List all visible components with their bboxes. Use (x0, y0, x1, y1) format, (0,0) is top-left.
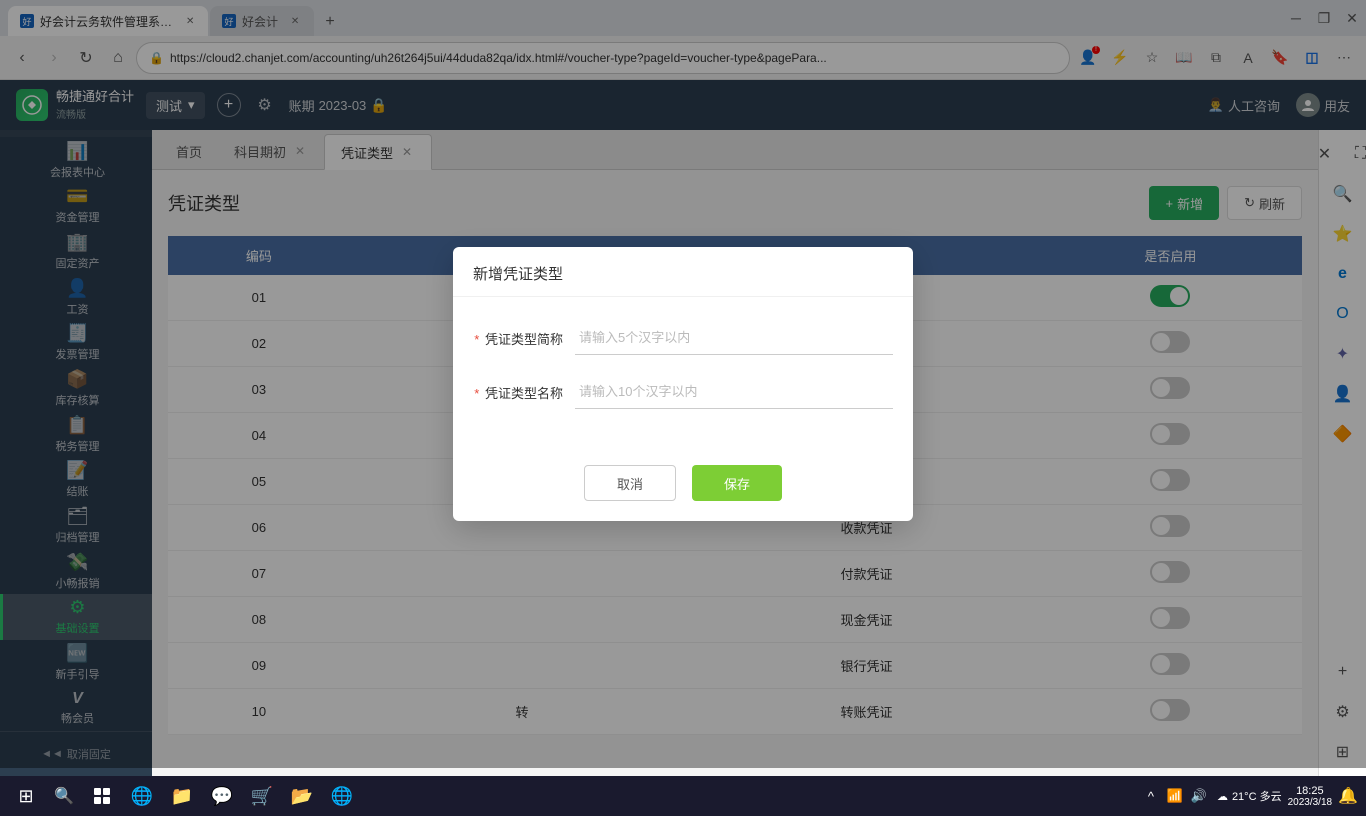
network-icon[interactable]: 📶 (1165, 786, 1185, 806)
start-button[interactable]: ⊞ (8, 778, 44, 814)
abbr-label-text: 凭证类型简称 (485, 332, 563, 347)
weather-text: 21°C 多云 (1232, 788, 1282, 804)
weather-info: ☁ 21°C 多云 (1217, 788, 1282, 804)
speaker-icon[interactable]: 🔊 (1189, 786, 1209, 806)
weather-icon: ☁ (1217, 790, 1228, 803)
systray-icons: ^ 📶 🔊 (1141, 786, 1209, 806)
name-label: * 凭证类型名称 (473, 383, 563, 402)
dialog-header: 新增凭证类型 (453, 247, 913, 297)
dialog-title: 新增凭证类型 (473, 266, 563, 283)
notification-icon[interactable]: 🔔 (1338, 786, 1358, 806)
taskbar-explorer[interactable]: 📁 (164, 778, 200, 814)
dialog-footer: 取消 保存 (453, 453, 913, 521)
taskbar-store[interactable]: 🛒 (244, 778, 280, 814)
clock-date: 2023/3/18 (1288, 797, 1333, 808)
taskbar: ⊞ 🔍 🌐 📁 💬 🛒 📂 🌐 ^ 📶 🔊 ☁ 21°C 多云 18:25 20… (0, 776, 1366, 816)
abbr-label: * 凭证类型简称 (473, 329, 563, 348)
clock-time: 18:25 (1296, 785, 1324, 797)
taskbar-edge[interactable]: 🌐 (124, 778, 160, 814)
taskbar-search[interactable]: 🔍 (48, 780, 80, 812)
dialog-body: * 凭证类型简称 * 凭证类型名称 (453, 297, 913, 453)
abbr-input[interactable] (575, 321, 893, 355)
chevron-up-icon[interactable]: ^ (1141, 786, 1161, 806)
new-voucher-dialog: 新增凭证类型 * 凭证类型简称 * 凭证类型名称 取消 保存 (453, 247, 913, 521)
name-form-row: * 凭证类型名称 (473, 375, 893, 409)
dialog-overlay: 新增凭证类型 * 凭证类型简称 * 凭证类型名称 取消 保存 (0, 0, 1366, 768)
taskbar-wechat[interactable]: 💬 (204, 778, 240, 814)
taskbar-systray: ^ 📶 🔊 ☁ 21°C 多云 18:25 2023/3/18 🔔 (1141, 785, 1358, 808)
taskbar-taskview[interactable] (84, 778, 120, 814)
abbr-form-row: * 凭证类型简称 (473, 321, 893, 355)
taskbar-browser[interactable]: 🌐 (324, 778, 360, 814)
taskbar-files[interactable]: 📂 (284, 778, 320, 814)
name-input[interactable] (575, 375, 893, 409)
save-button[interactable]: 保存 (692, 465, 782, 501)
name-label-text: 凭证类型名称 (485, 386, 563, 401)
cancel-button[interactable]: 取消 (584, 465, 676, 501)
